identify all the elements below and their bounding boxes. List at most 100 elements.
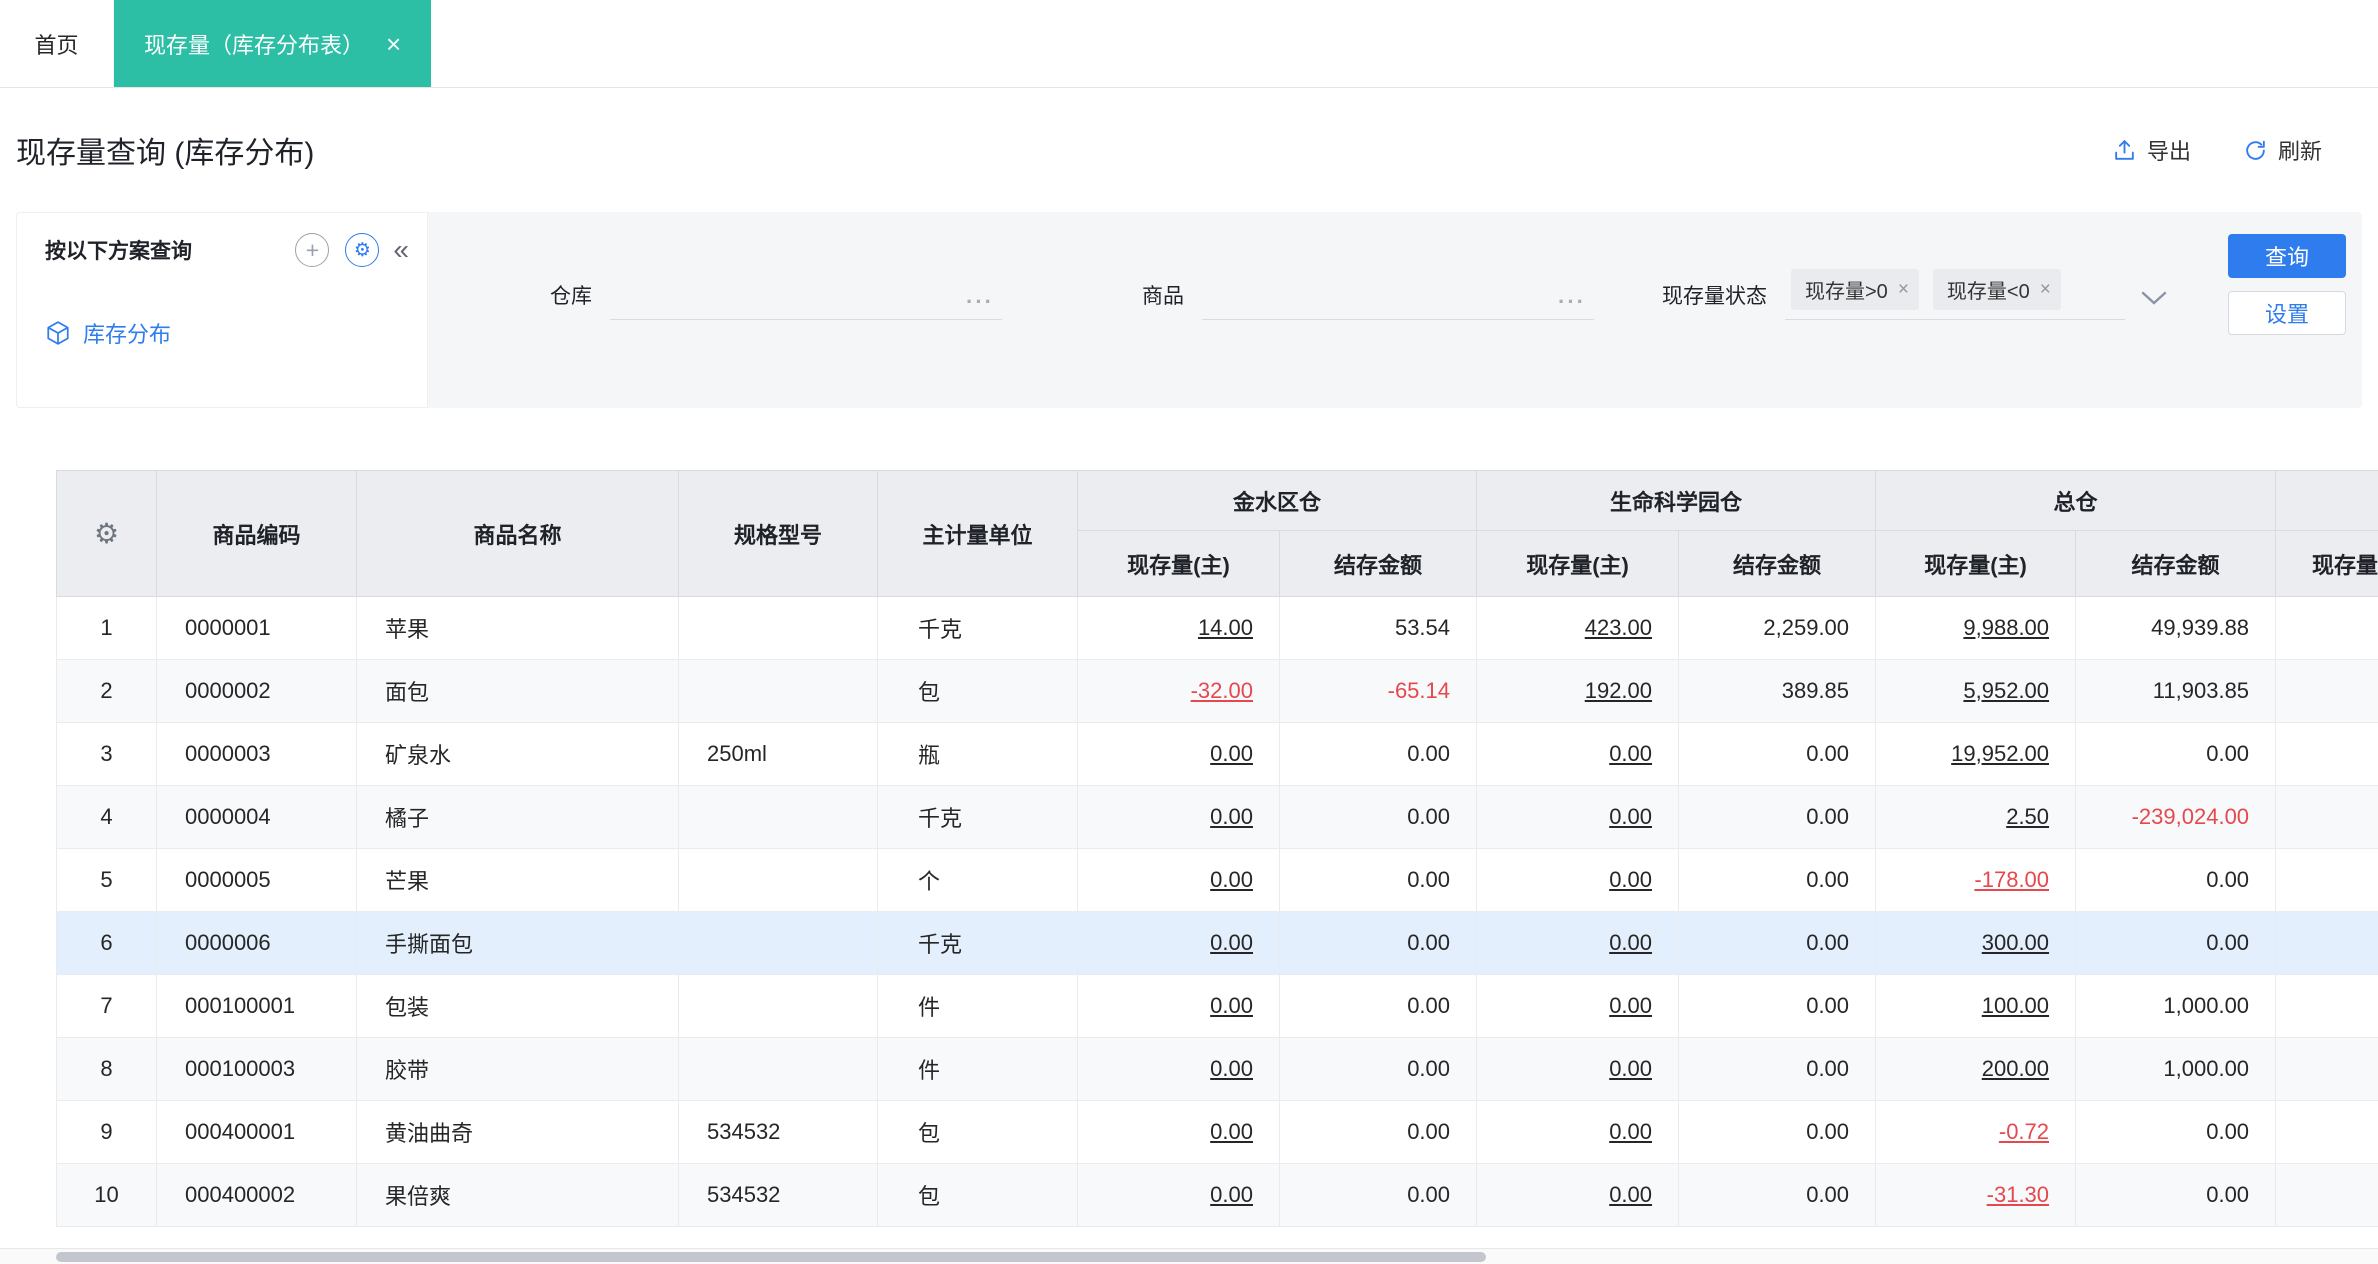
qty-cell[interactable]: 300.00 bbox=[1875, 911, 2077, 975]
table-cell: 0.00 bbox=[1278, 974, 1478, 1038]
table-cell bbox=[2275, 1163, 2378, 1227]
table-cell: 苹果 bbox=[356, 596, 679, 660]
col-header-product-code: 商品编码 bbox=[156, 470, 357, 597]
qty-cell[interactable]: 0.00 bbox=[1077, 911, 1280, 975]
qty-cell[interactable]: 0.00 bbox=[1476, 848, 1680, 912]
product-input[interactable]: ··· bbox=[1202, 276, 1594, 320]
horizontal-scrollbar[interactable] bbox=[0, 1248, 2378, 1264]
tag-close-icon[interactable]: × bbox=[2040, 280, 2051, 299]
qty-cell[interactable]: 9,988.00 bbox=[1875, 596, 2077, 660]
status-tags[interactable]: 现存量>0 × 现存量<0 × bbox=[1785, 269, 2125, 320]
qty-cell[interactable]: 2.50 bbox=[1875, 785, 2077, 849]
tab-active[interactable]: 现存量（库存分布表） × bbox=[114, 0, 432, 87]
qty-cell[interactable]: 0.00 bbox=[1077, 1163, 1280, 1227]
qty-cell[interactable]: 0.00 bbox=[1077, 785, 1280, 849]
table-row[interactable]: 8 000100003 胶带件 0.00 0.00 0.00 0.00 200.00 1,000… bbox=[56, 1037, 2378, 1101]
collapse-panel-icon[interactable]: « bbox=[393, 234, 409, 266]
table-cell: 0.00 bbox=[1678, 722, 1877, 786]
qty-cell[interactable]: 0.00 bbox=[1077, 1037, 1280, 1101]
refresh-button[interactable]: 刷新 bbox=[2243, 134, 2322, 166]
qty-cell[interactable]: 0.00 bbox=[1476, 722, 1680, 786]
qty-cell[interactable]: 14.00 bbox=[1077, 596, 1280, 660]
qty-cell[interactable]: 0.00 bbox=[1077, 1100, 1280, 1164]
tag-close-icon[interactable]: × bbox=[1898, 280, 1909, 299]
table-cell bbox=[2275, 785, 2378, 849]
table-row[interactable]: 10 000400002 果倍爽 534532 包 0.00 0.00 0.00 0.00 -31… bbox=[56, 1163, 2378, 1227]
settings-button[interactable]: 设置 bbox=[2228, 291, 2346, 335]
qty-cell[interactable]: 200.00 bbox=[1875, 1037, 2077, 1101]
export-button[interactable]: 导出 bbox=[2112, 134, 2191, 166]
qty-cell[interactable]: -0.72 bbox=[1875, 1100, 2077, 1164]
product-field: 商品 ··· bbox=[1142, 276, 1594, 320]
table-row[interactable]: 7 000100001 包装件 0.00 0.00 0.00 0.00 100.00 1,000… bbox=[56, 974, 2378, 1038]
table-cell: 000400002 bbox=[156, 1163, 357, 1227]
scrollbar-thumb[interactable] bbox=[56, 1252, 1486, 1262]
table-row[interactable]: 9 000400001 黄油曲奇 534532 包 0.00 0.00 0.00 0.00 -0.… bbox=[56, 1100, 2378, 1164]
chevron-down-icon[interactable] bbox=[2141, 291, 2167, 306]
qty-cell[interactable]: -178.00 bbox=[1875, 848, 2077, 912]
table-cell: 7 bbox=[56, 974, 157, 1038]
qty-cell[interactable]: -32.00 bbox=[1077, 659, 1280, 723]
table-cell: 件 bbox=[877, 1037, 1078, 1101]
table-cell: 534532 bbox=[678, 1100, 878, 1164]
close-tab-icon[interactable]: × bbox=[386, 31, 401, 57]
plus-icon: + bbox=[305, 236, 320, 263]
qty-cell[interactable]: 19,952.00 bbox=[1875, 722, 2077, 786]
table-cell: 0.00 bbox=[1678, 848, 1877, 912]
table-row[interactable]: 2 0000002 面包 包 -32.00 -65.14 192.00 389.85 5,952… bbox=[56, 659, 2378, 723]
scheme-item-inventory-distribution[interactable]: 库存分布 bbox=[45, 317, 409, 349]
qty-cell[interactable]: 0.00 bbox=[1077, 974, 1280, 1038]
tab-bar: 首页 现存量（库存分布表） × bbox=[0, 0, 2378, 88]
warehouse-input[interactable]: ··· bbox=[610, 276, 1002, 320]
ellipsis-icon[interactable]: ··· bbox=[1558, 289, 1586, 315]
table-cell: 0.00 bbox=[1278, 1037, 1478, 1101]
sub-header-qty: 现存量(主) bbox=[1875, 530, 2077, 597]
table-cell bbox=[678, 596, 878, 660]
sub-header-amount: 结存金额 bbox=[2075, 530, 2277, 597]
table-row[interactable]: 4 0000004 橘子 千克 0.00 0.00 0.00 0.00 2.50 -239,024… bbox=[56, 785, 2378, 849]
qty-cell[interactable]: 0.00 bbox=[1077, 848, 1280, 912]
ellipsis-icon[interactable]: ··· bbox=[966, 289, 994, 315]
table-cell bbox=[678, 974, 878, 1038]
qty-cell[interactable]: 0.00 bbox=[1476, 1163, 1680, 1227]
column-settings-icon[interactable]: ⚙ bbox=[94, 518, 119, 549]
scheme-settings-button[interactable]: ⚙ bbox=[345, 233, 380, 267]
table-cell: 0.00 bbox=[1278, 722, 1478, 786]
table-cell bbox=[2275, 911, 2378, 975]
col-header-product-name: 商品名称 bbox=[356, 470, 679, 597]
table-cell: 千克 bbox=[877, 596, 1078, 660]
qty-cell[interactable]: 423.00 bbox=[1476, 596, 1680, 660]
table-cell: -239,024.00 bbox=[2075, 785, 2277, 849]
qty-cell[interactable]: 0.00 bbox=[1476, 1037, 1680, 1101]
table-cell: 千克 bbox=[877, 785, 1078, 849]
table-cell: 千克 bbox=[877, 911, 1078, 975]
filter-panel: 按以下方案查询 + ⚙ « 库存分布 仓库 ··· 商品 ··· 现存量状态 现… bbox=[16, 212, 2362, 408]
refresh-icon bbox=[2246, 140, 2265, 160]
tab-home[interactable]: 首页 bbox=[0, 0, 114, 87]
qty-cell[interactable]: 5,952.00 bbox=[1875, 659, 2077, 723]
qty-cell[interactable]: 0.00 bbox=[1077, 722, 1280, 786]
table-cell bbox=[2275, 848, 2378, 912]
qty-cell[interactable]: 0.00 bbox=[1476, 785, 1680, 849]
filter-buttons: 查询 设置 bbox=[2228, 234, 2346, 335]
qty-cell[interactable]: 192.00 bbox=[1476, 659, 1680, 723]
table-body: 1 0000001 苹果 千克 14.00 53.54 423.00 2,259.00 9,98… bbox=[56, 596, 2378, 1227]
table-cell: 件 bbox=[877, 974, 1078, 1038]
table-row[interactable]: 3 0000003 矿泉水 250ml 瓶 0.00 0.00 0.00 0.00 19,952.… bbox=[56, 722, 2378, 786]
table-row[interactable]: 5 0000005 芒果个 0.00 0.00 0.00 0.00 -178.00 0.00 bbox=[56, 848, 2378, 912]
table-cell: 包 bbox=[877, 659, 1078, 723]
query-button[interactable]: 查询 bbox=[2228, 234, 2346, 278]
qty-cell[interactable]: 0.00 bbox=[1476, 1100, 1680, 1164]
qty-cell[interactable]: 0.00 bbox=[1476, 911, 1680, 975]
table-cell: 0.00 bbox=[1678, 785, 1877, 849]
table-cell: 10 bbox=[56, 1163, 157, 1227]
table-row[interactable]: 6 0000006 手撕面包 千克 0.00 0.00 0.00 0.00 300.00 0.00 bbox=[56, 911, 2378, 975]
add-scheme-button[interactable]: + bbox=[295, 233, 330, 267]
qty-cell[interactable]: 0.00 bbox=[1476, 974, 1680, 1038]
table-cell: 橘子 bbox=[356, 785, 679, 849]
qty-cell[interactable]: 100.00 bbox=[1875, 974, 2077, 1038]
table-row[interactable]: 1 0000001 苹果 千克 14.00 53.54 423.00 2,259.00 9,98… bbox=[56, 596, 2378, 660]
page-title: 现存量查询 (库存分布) bbox=[16, 137, 315, 170]
qty-cell[interactable]: -31.30 bbox=[1875, 1163, 2077, 1227]
table-cell: 1 bbox=[56, 596, 157, 660]
